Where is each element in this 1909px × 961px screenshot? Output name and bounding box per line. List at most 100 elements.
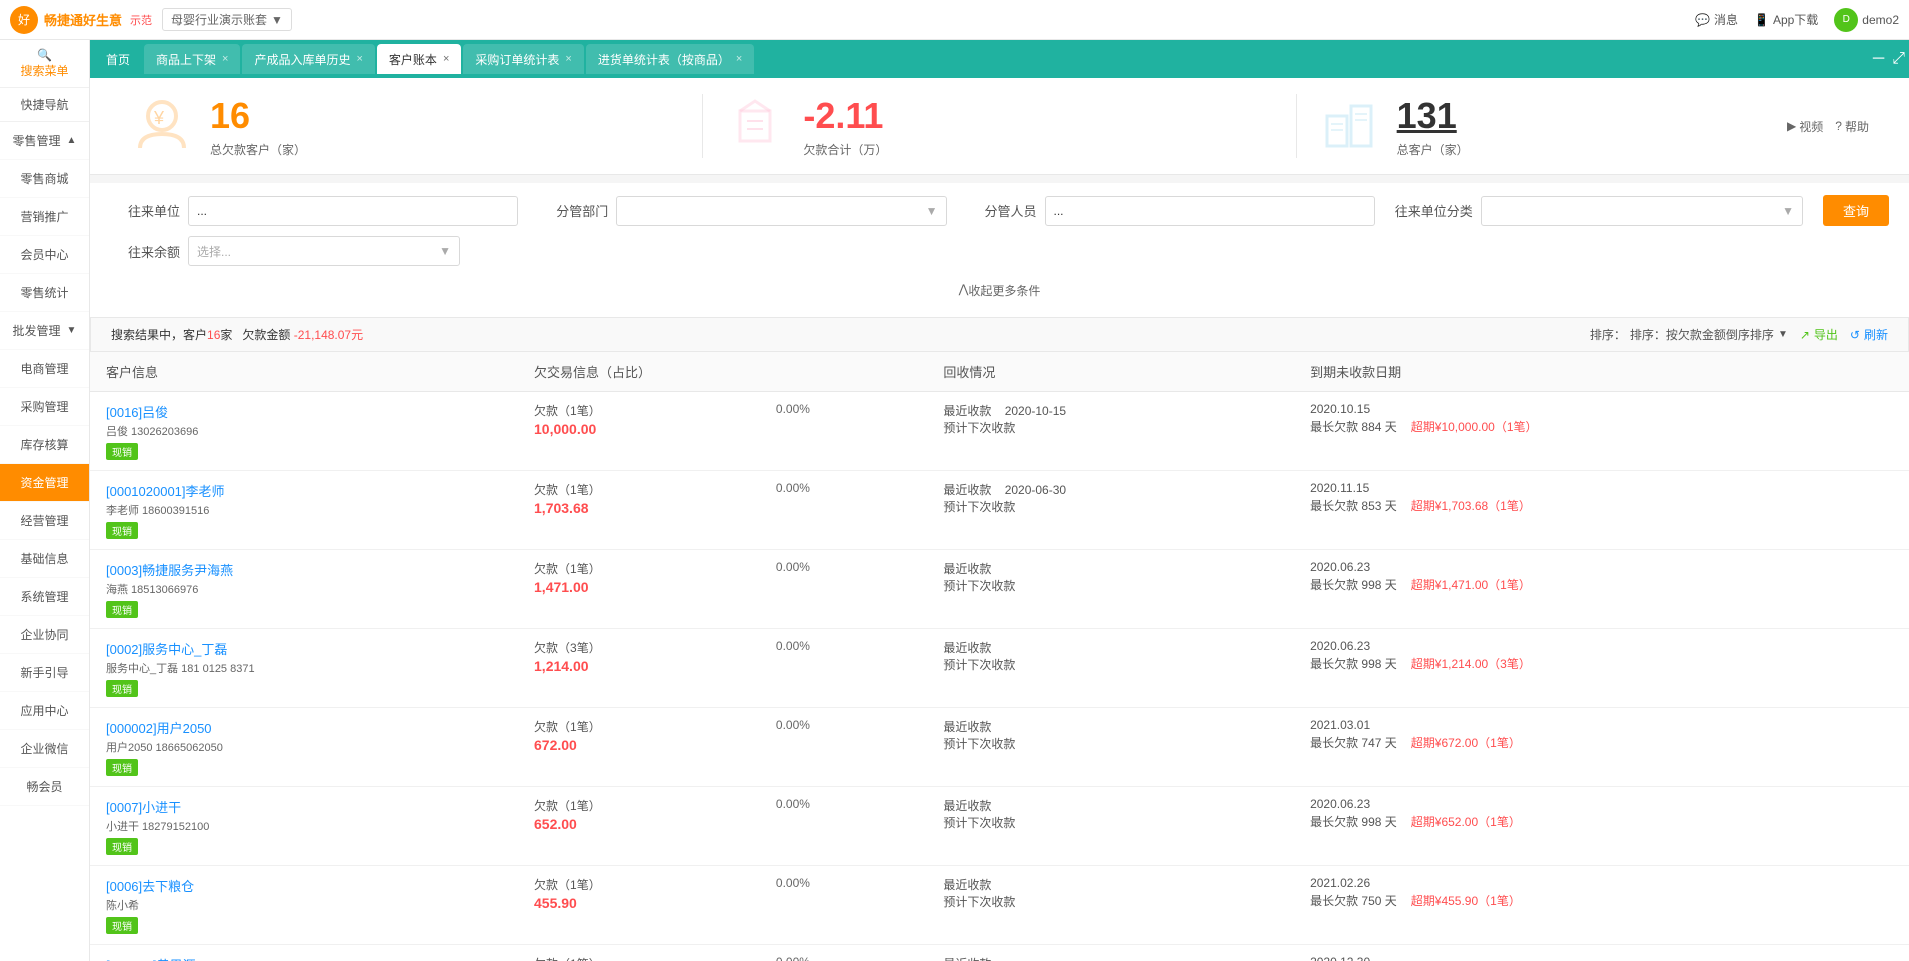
- tab-production[interactable]: 产成品入库单历史 ×: [242, 44, 374, 74]
- table-row: [0003]畅捷服务尹海燕 海燕 18513066976 现销 欠款（1笔） 1…: [90, 550, 1909, 629]
- sidebar-quick-nav[interactable]: 快捷导航: [0, 88, 89, 122]
- source-unit-input[interactable]: ...: [188, 196, 518, 226]
- sidebar-item-new-guide[interactable]: 新手引导: [0, 654, 89, 692]
- sidebar-item-ecommerce[interactable]: 电商管理: [0, 350, 89, 388]
- table-row: [0002]服务中心_丁磊 服务中心_丁磊 181 0125 8371 现销 欠…: [90, 629, 1909, 708]
- tab-purchase-order[interactable]: 采购订单统计表 ×: [463, 44, 583, 74]
- customer-name[interactable]: [0006]去下粮仓: [106, 876, 502, 895]
- debt-customers-label: 总欠款客户（家）: [210, 141, 306, 158]
- last-collect: 最近收款 2020-10-15: [943, 402, 1278, 419]
- message-button[interactable]: 💬 消息: [1695, 11, 1738, 28]
- sidebar-item-label-wechat: 企业微信: [20, 740, 68, 757]
- tab-purchase-order-close[interactable]: ×: [565, 53, 571, 65]
- export-button[interactable]: ↗ 导出: [1800, 326, 1838, 343]
- customer-status-badge: 现销: [106, 838, 138, 855]
- tab-stock-stats[interactable]: 进货单统计表（按商品） ×: [586, 44, 754, 74]
- stat-debt-customers-text: 16 总欠款客户（家）: [210, 95, 306, 158]
- overdue-link[interactable]: 超期¥652.00（1笔）: [1411, 815, 1521, 829]
- sidebar-item-purchase[interactable]: 采购管理: [0, 388, 89, 426]
- debt-count: 欠款（1笔）: [534, 402, 736, 419]
- tab-production-close[interactable]: ×: [356, 53, 362, 65]
- sidebar-item-finance[interactable]: 资金管理: [0, 464, 89, 502]
- sidebar-item-member[interactable]: 会员中心: [0, 236, 89, 274]
- stats-row: ¥ 16 总欠款客户（家）: [90, 78, 1909, 175]
- debt-amount[interactable]: 10,000.00: [534, 421, 736, 437]
- debt-amount[interactable]: 1,703.68: [534, 500, 736, 516]
- sidebar-item-app-center[interactable]: 应用中心: [0, 692, 89, 730]
- sidebar-item-enterprise[interactable]: 企业协同: [0, 616, 89, 654]
- app-download-button[interactable]: 📱 App下载: [1754, 11, 1818, 28]
- debt-amount[interactable]: 672.00: [534, 737, 736, 753]
- message-label: 消息: [1714, 11, 1738, 28]
- sidebar-item-basic-info[interactable]: 基础信息: [0, 540, 89, 578]
- top-bar-right: 💬 消息 📱 App下载 D demo2: [1695, 8, 1899, 32]
- department-select[interactable]: ▼: [616, 196, 946, 226]
- sidebar-item-retail-store[interactable]: 零售商城: [0, 160, 89, 198]
- customer-name[interactable]: [000002]用户2050: [106, 718, 502, 737]
- sidebar-item-retail-stats[interactable]: 零售统计: [0, 274, 89, 312]
- overdue-link[interactable]: 超期¥1,703.68（1笔）: [1411, 499, 1531, 513]
- overdue-link[interactable]: 超期¥672.00（1笔）: [1411, 736, 1521, 750]
- help-link[interactable]: ? 帮助: [1835, 118, 1869, 135]
- customer-name[interactable]: [0003]畅捷服务尹海燕: [106, 560, 502, 579]
- overdue-link[interactable]: 超期¥10,000.00（1笔）: [1411, 420, 1538, 434]
- tab-stock-stats-close[interactable]: ×: [736, 53, 742, 65]
- sidebar-item-inventory[interactable]: 库存核算: [0, 426, 89, 464]
- sidebar-item-operations[interactable]: 经营管理: [0, 502, 89, 540]
- debt-amount[interactable]: 652.00: [534, 816, 736, 832]
- overdue-link[interactable]: 超期¥1,214.00（3笔）: [1411, 657, 1531, 671]
- sidebar-item-member-vip[interactable]: 畅会员: [0, 768, 89, 806]
- balance-select[interactable]: 选择... ▼: [188, 236, 460, 266]
- sort-selector[interactable]: 排序： 排序：按欠款金额倒序排序 ▼: [1590, 326, 1788, 343]
- debt-amount[interactable]: 455.90: [534, 895, 736, 911]
- tab-products[interactable]: 商品上下架 ×: [144, 44, 240, 74]
- maximize-icon[interactable]: ⤢: [1892, 50, 1905, 68]
- debt-amount-icon: [723, 94, 787, 158]
- overdue-link[interactable]: 超期¥1,471.00（1笔）: [1411, 578, 1531, 592]
- debt-info-cell: 欠款（1笔） 1,471.00: [518, 550, 752, 629]
- sidebar-item-enterprise-wechat[interactable]: 企业微信: [0, 730, 89, 768]
- overdue-link[interactable]: 超期¥455.90（1笔）: [1411, 894, 1521, 908]
- refresh-button[interactable]: ↺ 刷新: [1850, 326, 1888, 343]
- debt-count: 欠款（1笔）: [534, 876, 736, 893]
- unit-category-select[interactable]: ▼: [1481, 196, 1803, 226]
- sidebar-item-label-purchase: 采购管理: [20, 398, 68, 415]
- search-icon: 🔍: [37, 48, 52, 62]
- tab-customer-account[interactable]: 客户账本 ×: [377, 44, 461, 74]
- manager-input[interactable]: ...: [1045, 196, 1375, 226]
- sidebar-item-system[interactable]: 系统管理: [0, 578, 89, 616]
- collapse-btn[interactable]: ⋀ 收起更多条件: [110, 276, 1889, 305]
- video-link[interactable]: ▶ 视频: [1787, 118, 1823, 135]
- store-selector[interactable]: 母婴行业演示账套 ▼: [162, 8, 292, 31]
- due-date-cell: 2020.06.23 最长欠款 998 天 超期¥1,471.00（1笔）: [1294, 550, 1909, 629]
- customer-name[interactable]: [000001]黄思源: [106, 955, 502, 961]
- sidebar-item-batch-mgmt[interactable]: 批发管理 ▼: [0, 312, 89, 350]
- sidebar-item-retail-mgmt[interactable]: 零售管理 ▲: [0, 122, 89, 160]
- customer-name[interactable]: [0016]吕俊: [106, 402, 502, 421]
- customer-contact: 小进干 18279152100: [106, 818, 502, 834]
- customer-info-cell: [000001]黄思源 黄思源 13552700226 现销: [90, 945, 518, 961]
- user-profile[interactable]: D demo2: [1834, 8, 1899, 32]
- sidebar-search[interactable]: 🔍 搜索菜单: [0, 40, 89, 88]
- return-info-cell: 最近收款 2020-06-30 预计下次收款: [927, 471, 1294, 550]
- minimize-icon[interactable]: ─: [1873, 50, 1884, 68]
- tab-customer-account-close[interactable]: ×: [443, 53, 449, 65]
- debt-amount[interactable]: 1,214.00: [534, 658, 736, 674]
- results-summary-text: 搜索结果中，客户16家 欠款金额 -21,148.07元: [111, 328, 363, 342]
- customer-name[interactable]: [0001020001]李老师: [106, 481, 502, 500]
- table-row: [0007]小进干 小进干 18279152100 现销 欠款（1笔） 652.…: [90, 787, 1909, 866]
- debt-amount[interactable]: 1,471.00: [534, 579, 736, 595]
- customer-name[interactable]: [0007]小进干: [106, 797, 502, 816]
- tab-products-close[interactable]: ×: [222, 53, 228, 65]
- sidebar-item-marketing[interactable]: 营销推广: [0, 198, 89, 236]
- customer-name[interactable]: [0002]服务中心_丁磊: [106, 639, 502, 658]
- sidebar-item-label-retail-mgmt: 零售管理: [13, 132, 61, 149]
- customer-contact: 吕俊 13026203696: [106, 423, 502, 439]
- tab-home[interactable]: 首页: [94, 44, 142, 74]
- query-button[interactable]: 查询: [1823, 195, 1889, 226]
- logo-text: 畅捷通好生意: [44, 10, 122, 29]
- due-date-cell: 2020.06.23 最长欠款 998 天 超期¥652.00（1笔）: [1294, 787, 1909, 866]
- debt-info-cell: 欠款（1笔） 10,000.00: [518, 392, 752, 471]
- export-icon: ↗: [1800, 328, 1810, 342]
- customer-status-badge: 现销: [106, 443, 138, 460]
